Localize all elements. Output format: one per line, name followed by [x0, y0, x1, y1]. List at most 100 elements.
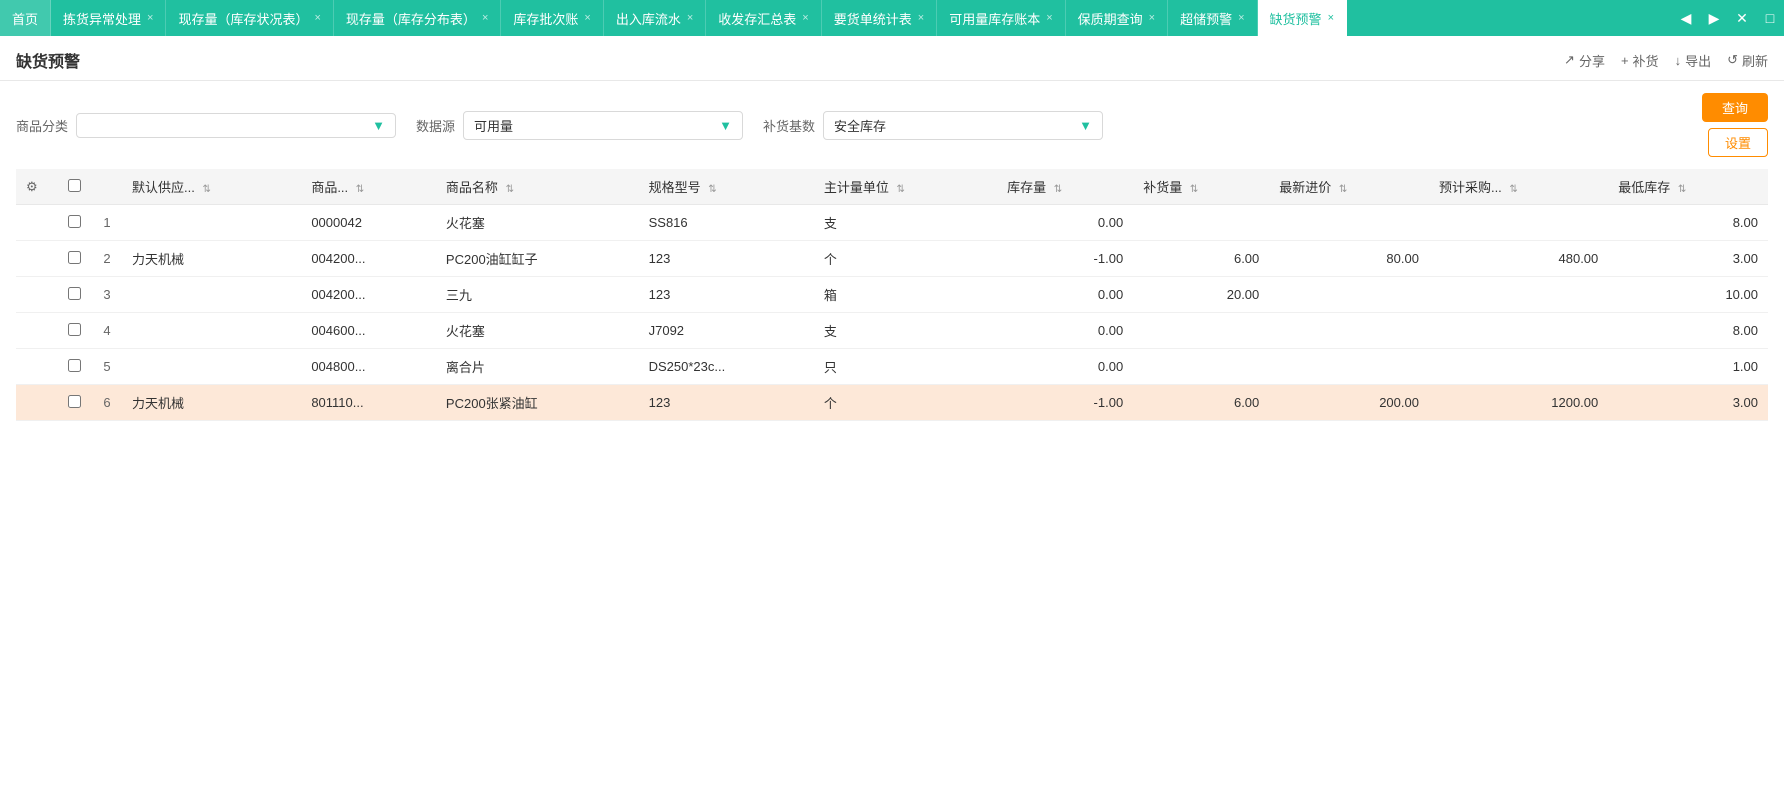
- row-product-name: 火花塞: [436, 313, 639, 349]
- th-product-name[interactable]: 商品名称 ⇅: [436, 169, 639, 205]
- row-checkbox-2[interactable]: [68, 287, 81, 300]
- table-row[interactable]: 5 004800... 离合片 DS250*23c... 只 0.00 1.00: [16, 349, 1768, 385]
- tab-close-overstock[interactable]: ×: [1238, 12, 1244, 24]
- row-est-purchase: [1429, 277, 1608, 313]
- data-table: ⚙ 默认供应... ⇅ 商品... ⇅ 商品名称: [16, 169, 1768, 421]
- tab-home[interactable]: 首页: [0, 0, 51, 36]
- category-label: 商品分类: [16, 116, 68, 135]
- row-latest-price: [1269, 349, 1429, 385]
- row-spec: 123: [639, 277, 814, 313]
- tab-inout-flow[interactable]: 出入库流水×: [604, 0, 706, 36]
- tab-abnormal[interactable]: 拣货异常处理×: [51, 0, 166, 36]
- tab-close-all-btn[interactable]: ✕: [1728, 0, 1756, 36]
- replenish-label: 补货: [1633, 51, 1659, 70]
- row-stock-qty: -1.00: [997, 241, 1133, 277]
- refresh-button[interactable]: ↺ 刷新: [1727, 51, 1768, 70]
- tab-prev-btn[interactable]: ◀: [1672, 0, 1700, 36]
- row-checkbox-cell: [56, 313, 92, 349]
- tab-batch-account[interactable]: 库存批次账×: [501, 0, 603, 36]
- replenish-button[interactable]: + 补货: [1621, 51, 1659, 70]
- datasource-select[interactable]: 可用量 ▼: [463, 111, 743, 140]
- replenish-icon: +: [1621, 53, 1629, 68]
- row-checkbox-1[interactable]: [68, 251, 81, 264]
- table-row[interactable]: 1 0000042 火花塞 SS816 支 0.00 8.00: [16, 205, 1768, 241]
- th-latest-price[interactable]: 最新进价 ⇅: [1269, 169, 1429, 205]
- row-settings-cell: [16, 385, 56, 421]
- tab-close-batch-account[interactable]: ×: [584, 12, 590, 24]
- th-row-num: [92, 169, 122, 205]
- tab-shortage[interactable]: 缺货预警×: [1258, 0, 1347, 36]
- row-product-code: 004800...: [301, 349, 436, 385]
- th-stock-qty[interactable]: 库存量 ⇅: [997, 169, 1133, 205]
- page-header: 缺货预警 ↗ 分享 + 补货 ↓ 导出 ↺ 刷新: [0, 36, 1784, 81]
- row-checkbox-3[interactable]: [68, 323, 81, 336]
- row-unit: 个: [814, 241, 997, 277]
- tab-inventory-dist[interactable]: 现存量（库存分布表）×: [334, 0, 501, 36]
- tab-close-shortage[interactable]: ×: [1328, 12, 1334, 24]
- row-product-code: 004600...: [301, 313, 436, 349]
- row-supplier: [122, 313, 301, 349]
- table-row[interactable]: 3 004200... 三九 123 箱 0.00 20.00 10.00: [16, 277, 1768, 313]
- export-label: 导出: [1685, 51, 1711, 70]
- row-supplier: 力天机械: [122, 241, 301, 277]
- tab-close-available-ledger[interactable]: ×: [1046, 12, 1052, 24]
- tab-available-ledger[interactable]: 可用量库存账本×: [937, 0, 1065, 36]
- tab-close-abnormal[interactable]: ×: [147, 12, 153, 24]
- datasource-arrow-icon: ▼: [719, 118, 732, 133]
- th-min-stock[interactable]: 最低库存 ⇅: [1608, 169, 1768, 205]
- row-settings-cell: [16, 313, 56, 349]
- query-button[interactable]: 查询: [1702, 93, 1768, 122]
- tab-overstock[interactable]: 超储预警×: [1168, 0, 1257, 36]
- row-unit: 只: [814, 349, 997, 385]
- row-latest-price: [1269, 277, 1429, 313]
- datasource-value: 可用量: [474, 116, 513, 135]
- row-supplier: 力天机械: [122, 385, 301, 421]
- row-checkbox-4[interactable]: [68, 359, 81, 372]
- tab-expiry-query[interactable]: 保质期查询×: [1066, 0, 1168, 36]
- row-checkbox-cell: [56, 277, 92, 313]
- settings-button[interactable]: 设置: [1708, 128, 1768, 157]
- tab-close-inventory-dist[interactable]: ×: [482, 12, 488, 24]
- tab-max-btn[interactable]: □: [1756, 0, 1784, 36]
- sort-spec-icon: ⇅: [708, 184, 716, 195]
- filter-actions: 查询 设置: [1702, 93, 1768, 157]
- row-supplier: [122, 277, 301, 313]
- share-label: 分享: [1579, 51, 1605, 70]
- tab-close-receipt-summary[interactable]: ×: [802, 12, 808, 24]
- th-est-purchase[interactable]: 预计采购... ⇅: [1429, 169, 1608, 205]
- tab-order-stats[interactable]: 要货单统计表×: [822, 0, 937, 36]
- th-unit[interactable]: 主计量单位 ⇅: [814, 169, 997, 205]
- th-product-code[interactable]: 商品... ⇅: [301, 169, 436, 205]
- table-row[interactable]: 4 004600... 火花塞 J7092 支 0.00 8.00: [16, 313, 1768, 349]
- tab-close-order-stats[interactable]: ×: [918, 12, 924, 24]
- th-default-supplier[interactable]: 默认供应... ⇅: [122, 169, 301, 205]
- select-all-checkbox[interactable]: [68, 179, 81, 192]
- row-number: 5: [92, 349, 122, 385]
- row-product-code: 0000042: [301, 205, 436, 241]
- th-replenish-qty[interactable]: 补货量 ⇅: [1133, 169, 1269, 205]
- row-spec: J7092: [639, 313, 814, 349]
- row-replenish-qty: [1133, 205, 1269, 241]
- tab-receipt-summary[interactable]: 收发存汇总表×: [706, 0, 821, 36]
- row-checkbox-0[interactable]: [68, 215, 81, 228]
- row-settings-cell: [16, 205, 56, 241]
- share-button[interactable]: ↗ 分享: [1564, 51, 1605, 70]
- table-row[interactable]: 6 力天机械 801110... PC200张紧油缸 123 个 -1.00 6…: [16, 385, 1768, 421]
- export-button[interactable]: ↓ 导出: [1675, 51, 1712, 70]
- table-header-row: ⚙ 默认供应... ⇅ 商品... ⇅ 商品名称: [16, 169, 1768, 205]
- settings-gear-icon[interactable]: ⚙: [26, 179, 38, 194]
- replenish-base-select[interactable]: 安全库存 ▼: [823, 111, 1103, 140]
- row-latest-price: 80.00: [1269, 241, 1429, 277]
- tab-inventory-status[interactable]: 现存量（库存状况表）×: [166, 0, 333, 36]
- th-spec[interactable]: 规格型号 ⇅: [639, 169, 814, 205]
- tab-close-expiry-query[interactable]: ×: [1149, 12, 1155, 24]
- tab-close-inout-flow[interactable]: ×: [687, 12, 693, 24]
- row-checkbox-5[interactable]: [68, 395, 81, 408]
- sort-unit-icon: ⇅: [896, 184, 904, 195]
- category-select[interactable]: ▼: [76, 113, 396, 138]
- tab-next-btn[interactable]: ▶: [1700, 0, 1728, 36]
- tab-close-inventory-status[interactable]: ×: [314, 12, 320, 24]
- row-product-name: PC200张紧油缸: [436, 385, 639, 421]
- sort-code-icon: ⇅: [356, 184, 364, 195]
- table-row[interactable]: 2 力天机械 004200... PC200油缸缸子 123 个 -1.00 6…: [16, 241, 1768, 277]
